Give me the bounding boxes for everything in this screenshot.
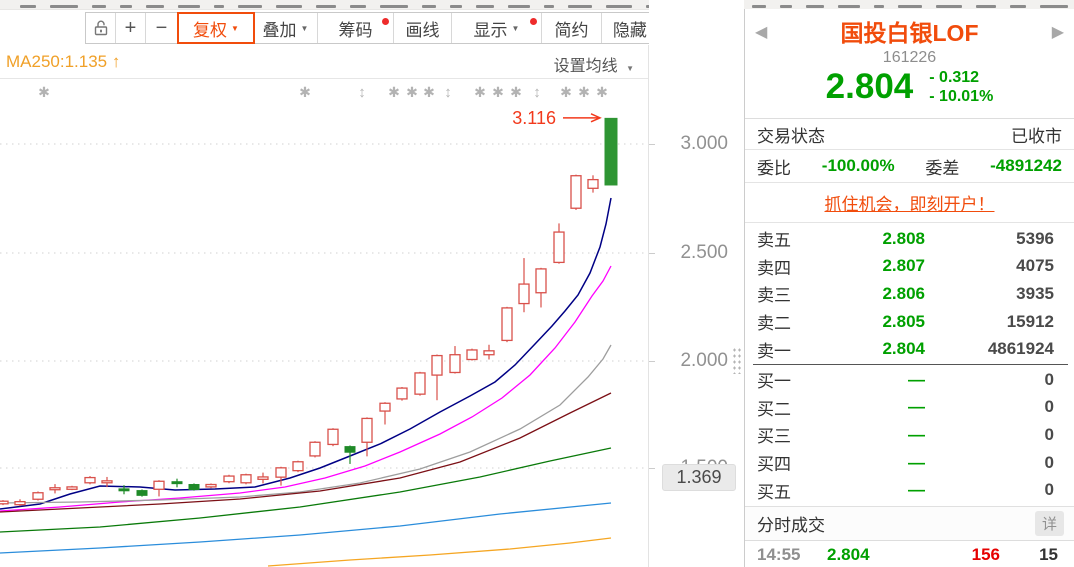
level-label: 买四 bbox=[745, 450, 821, 475]
svg-text:✱: ✱ bbox=[510, 84, 522, 100]
svg-text:✱: ✱ bbox=[423, 84, 435, 100]
axis-tick-label: 2.500 bbox=[652, 242, 728, 264]
svg-text:3.116: 3.116 bbox=[512, 108, 556, 128]
buy-level-row-4[interactable]: 买四—0 bbox=[745, 449, 1074, 477]
trade-volume: 156 bbox=[907, 545, 1000, 565]
level-label: 买三 bbox=[745, 422, 821, 447]
svg-text:✱: ✱ bbox=[299, 84, 311, 100]
trade-count: 15 bbox=[1000, 545, 1074, 565]
book-mid-divider bbox=[753, 364, 1068, 365]
level-label: 卖三 bbox=[745, 281, 821, 306]
weibi-row: 委比 -100.00% 委差 -4891242 bbox=[745, 150, 1074, 183]
level-volume: 3935 bbox=[925, 284, 1074, 304]
level-label: 卖二 bbox=[745, 309, 821, 334]
level-label: 买一 bbox=[745, 367, 821, 392]
level-price: 2.806 bbox=[821, 284, 925, 304]
level-volume: 4075 bbox=[925, 256, 1074, 276]
prev-stock-arrow[interactable]: ◀ bbox=[755, 22, 767, 42]
axis-tick-label: 3.000 bbox=[652, 133, 728, 155]
tape-title: 分时成交 bbox=[757, 511, 825, 536]
level-price: 2.808 bbox=[821, 229, 925, 249]
level-label: 卖五 bbox=[745, 226, 821, 251]
level-label: 买二 bbox=[745, 395, 821, 420]
price-change: - 0.312 - 10.01% bbox=[929, 68, 993, 106]
buy-level-row-5[interactable]: 买五—0 bbox=[745, 476, 1074, 504]
level-volume: 15912 bbox=[925, 312, 1074, 332]
stock-code: 161226 bbox=[745, 49, 1074, 67]
stock-name: 国投白银LOF bbox=[745, 9, 1074, 48]
svg-text:✱: ✱ bbox=[38, 84, 50, 100]
trade-price: 2.804 bbox=[827, 545, 907, 565]
sell-level-row-2[interactable]: 卖四2.8074075 bbox=[745, 253, 1074, 281]
open-account-link[interactable]: 抓住机会，即刻开户！ bbox=[825, 190, 995, 215]
level-volume: 0 bbox=[925, 425, 1074, 445]
svg-text:✱: ✱ bbox=[578, 84, 590, 100]
svg-text:✱: ✱ bbox=[406, 84, 418, 100]
svg-text:↕: ↕ bbox=[358, 84, 366, 101]
svg-text:↕: ↕ bbox=[444, 84, 452, 101]
toolbar-button-3[interactable]: 复权▼ bbox=[177, 12, 255, 44]
status-value: 已收市 bbox=[1011, 122, 1062, 147]
axis-tick-label: 2.000 bbox=[652, 350, 728, 372]
level-price: — bbox=[821, 425, 925, 445]
weicha-value: -4891242 bbox=[990, 156, 1062, 176]
trade-status-row: 交易状态 已收市 bbox=[745, 119, 1074, 150]
level-volume: 0 bbox=[925, 370, 1074, 390]
level-price: — bbox=[821, 397, 925, 417]
level-label: 卖一 bbox=[745, 337, 821, 362]
level-volume: 0 bbox=[925, 453, 1074, 473]
svg-text:✱: ✱ bbox=[474, 84, 486, 100]
level-price: — bbox=[821, 453, 925, 473]
tape-header: 分时成交 详 bbox=[745, 507, 1074, 541]
candlestick-chart-canvas[interactable]: ✱✱↕✱✱✱↕✱✱✱↕✱✱✱3.116 bbox=[0, 0, 648, 567]
next-stock-arrow[interactable]: ▶ bbox=[1052, 22, 1064, 42]
sell-level-row-5[interactable]: 卖一2.8044861924 bbox=[745, 335, 1074, 363]
svg-text:✱: ✱ bbox=[388, 84, 400, 100]
buy-level-row-2[interactable]: 买二—0 bbox=[745, 394, 1074, 422]
weicha-label: 委差 bbox=[925, 154, 959, 179]
sell-level-row-1[interactable]: 卖五2.8085396 bbox=[745, 225, 1074, 253]
axis-price-badge: 1.369 bbox=[662, 464, 736, 491]
weibi-label: 委比 bbox=[757, 154, 791, 179]
tape-trade-row: 14:552.80415615 bbox=[745, 541, 1074, 567]
level-price: 2.804 bbox=[821, 339, 925, 359]
level-price: 2.807 bbox=[821, 256, 925, 276]
level-volume: 5396 bbox=[925, 229, 1074, 249]
svg-text:✱: ✱ bbox=[492, 84, 504, 100]
quote-header: ◀ ▶ 国投白银LOF 161226 2.804 - 0.312 - 10.01… bbox=[745, 9, 1074, 119]
level-price: — bbox=[821, 480, 925, 500]
quote-panel: ◀ ▶ 国投白银LOF 161226 2.804 - 0.312 - 10.01… bbox=[744, 9, 1074, 567]
trading-app-window: { "colors": { "accent": "#f14c0c", "up_g… bbox=[0, 0, 1074, 567]
svg-text:✱: ✱ bbox=[596, 84, 608, 100]
last-price: 2.804 bbox=[826, 67, 914, 107]
sell-level-row-3[interactable]: 卖三2.8063935 bbox=[745, 280, 1074, 308]
panel-splitter-handle[interactable] bbox=[731, 346, 741, 374]
chevron-down-icon: ▼ bbox=[231, 24, 239, 33]
buy-level-row-3[interactable]: 买三—0 bbox=[745, 421, 1074, 449]
status-label: 交易状态 bbox=[757, 122, 825, 147]
sell-level-row-4[interactable]: 卖二2.80515912 bbox=[745, 308, 1074, 336]
buy-level-row-1[interactable]: 买一—0 bbox=[745, 366, 1074, 394]
tape-list: 14:552.80415615 bbox=[745, 541, 1074, 567]
svg-text:↕: ↕ bbox=[533, 84, 541, 101]
level-price: 2.805 bbox=[821, 312, 925, 332]
level-volume: 0 bbox=[925, 480, 1074, 500]
weibi-value: -100.00% bbox=[822, 156, 895, 176]
level-label: 买五 bbox=[745, 478, 821, 503]
order-book: 卖五2.8085396卖四2.8074075卖三2.8063935卖二2.805… bbox=[745, 223, 1074, 507]
level-volume: 0 bbox=[925, 397, 1074, 417]
level-label: 卖四 bbox=[745, 254, 821, 279]
tape-detail-button[interactable]: 详 bbox=[1035, 511, 1064, 536]
trade-time: 14:55 bbox=[745, 545, 827, 565]
level-volume: 4861924 bbox=[925, 339, 1074, 359]
svg-text:✱: ✱ bbox=[560, 84, 572, 100]
level-price: — bbox=[821, 370, 925, 390]
price-axis: 1.5002.0002.5003.000 1.369 bbox=[649, 0, 744, 567]
promo-row: 抓住机会，即刻开户！ bbox=[745, 183, 1074, 223]
